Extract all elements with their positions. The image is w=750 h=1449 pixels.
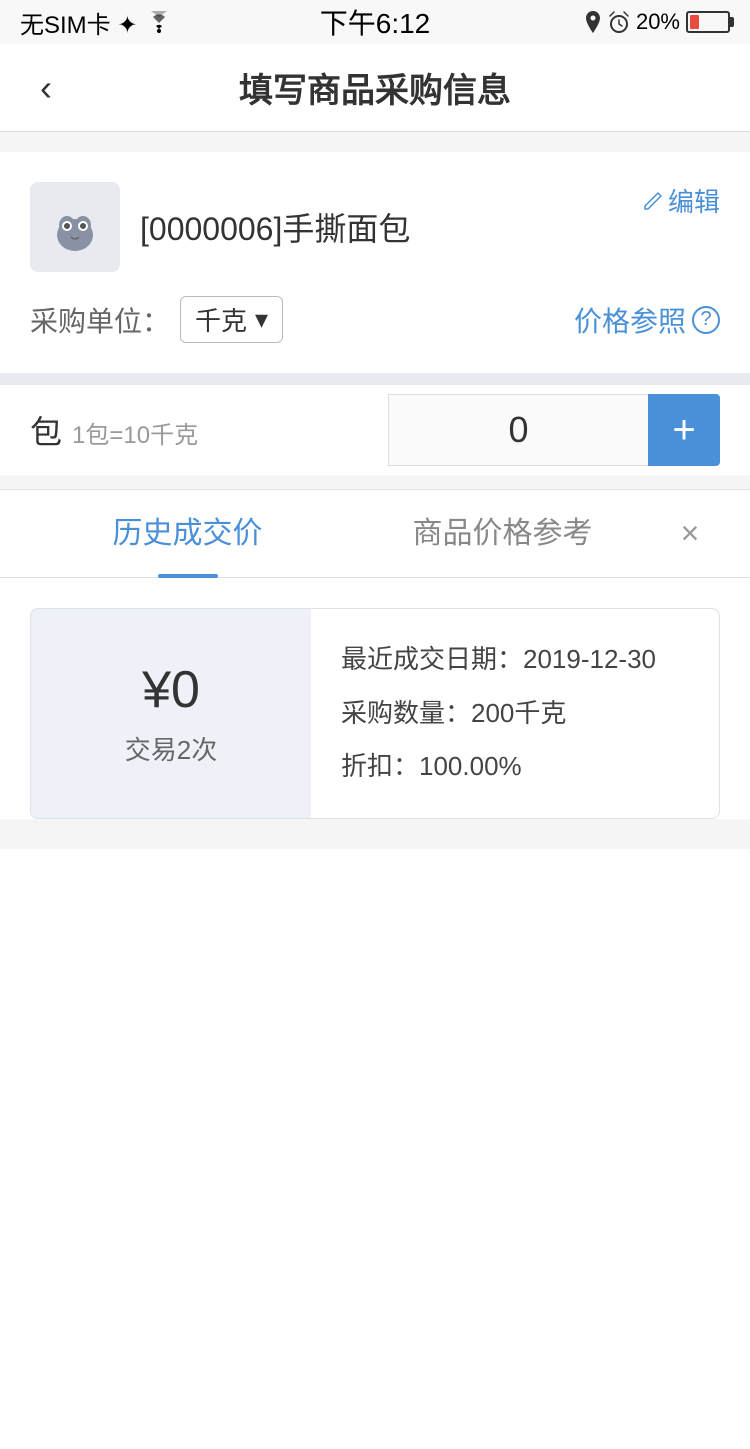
product-image [30, 182, 120, 272]
product-header: [0000006]手撕面包 编辑 [30, 182, 720, 272]
qty-row: 采购数量：200千克 [341, 693, 689, 735]
date-value: 2019-12-30 [523, 644, 656, 674]
product-unit-row: 采购单位： 千克 ▾ 价格参照 ? [30, 296, 720, 343]
unit-select[interactable]: 千克 ▾ [180, 296, 283, 343]
edit-button[interactable]: 编辑 [642, 182, 720, 219]
history-card: ¥0 交易2次 最近成交日期：2019-12-30 采购数量：200千克 折扣：… [30, 608, 720, 819]
unit-label: 采购单位： [30, 300, 170, 340]
page-title: 填写商品采购信息 [239, 63, 511, 112]
status-time: 下午6:12 [320, 2, 431, 42]
quantity-row: 包 1包=10千克 + [0, 385, 750, 475]
plus-icon: + [672, 408, 695, 453]
status-bar: 无SIM卡 ✦ 下午6:12 20% [0, 0, 750, 44]
discount-row: 折扣：100.00% [341, 746, 689, 788]
nav-bar: ‹ 填写商品采购信息 [0, 44, 750, 132]
quantity-label: 包 1包=10千克 [30, 407, 198, 453]
price-ref-button[interactable]: 价格参照 ? [574, 300, 720, 340]
page-background [0, 849, 750, 1449]
tab-row: 历史成交价 商品价格参考 × [0, 490, 750, 578]
battery-icon [686, 11, 730, 33]
owl-logo [45, 197, 105, 257]
wifi-icon [145, 11, 173, 33]
close-icon: × [681, 515, 700, 552]
quantity-input[interactable] [388, 394, 648, 466]
edit-icon [642, 190, 664, 212]
bottom-panel: 历史成交价 商品价格参考 × ¥0 交易2次 最近成交日期：2019-12-30… [0, 489, 750, 819]
discount-label: 折扣： [341, 751, 419, 781]
status-carrier: 无SIM卡 ✦ [20, 5, 173, 40]
tab-price-ref[interactable]: 商品价格参考 [345, 490, 660, 578]
price-display: ¥0 [142, 660, 200, 720]
section-divider [0, 373, 750, 385]
unit-label-group: 采购单位： 千克 ▾ [30, 296, 283, 343]
card-price-left: ¥0 交易2次 [31, 609, 311, 818]
alarm-icon [608, 11, 630, 33]
trade-count: 交易2次 [125, 730, 217, 767]
status-right: 20% [584, 9, 730, 35]
date-row: 最近成交日期：2019-12-30 [341, 639, 689, 681]
qty-label: 采购数量： [341, 698, 471, 728]
quantity-plus-button[interactable]: + [648, 394, 720, 466]
unit-conversion: 1包=10千克 [72, 415, 198, 450]
product-name: [0000006]手撕面包 [140, 204, 410, 250]
quantity-input-group: + [388, 394, 720, 466]
help-circle-icon: ? [692, 306, 720, 334]
product-section: [0000006]手撕面包 编辑 采购单位： 千克 ▾ 价格参照 ? [0, 152, 750, 373]
dropdown-icon: ▾ [255, 304, 268, 335]
location-icon [584, 11, 602, 33]
date-label: 最近成交日期： [341, 644, 523, 674]
tab-close-button[interactable]: × [660, 504, 720, 564]
product-left: [0000006]手撕面包 [30, 182, 410, 272]
unit-text: 包 [30, 407, 62, 453]
discount-value: 100.00% [419, 751, 522, 781]
back-button[interactable]: ‹ [30, 57, 62, 119]
carrier-text: 无SIM卡 ✦ [20, 5, 137, 40]
card-details-right: 最近成交日期：2019-12-30 采购数量：200千克 折扣：100.00% [311, 609, 719, 818]
qty-value: 200千克 [471, 698, 566, 728]
battery-percent: 20% [636, 9, 680, 35]
tab-history-price[interactable]: 历史成交价 [30, 490, 345, 578]
